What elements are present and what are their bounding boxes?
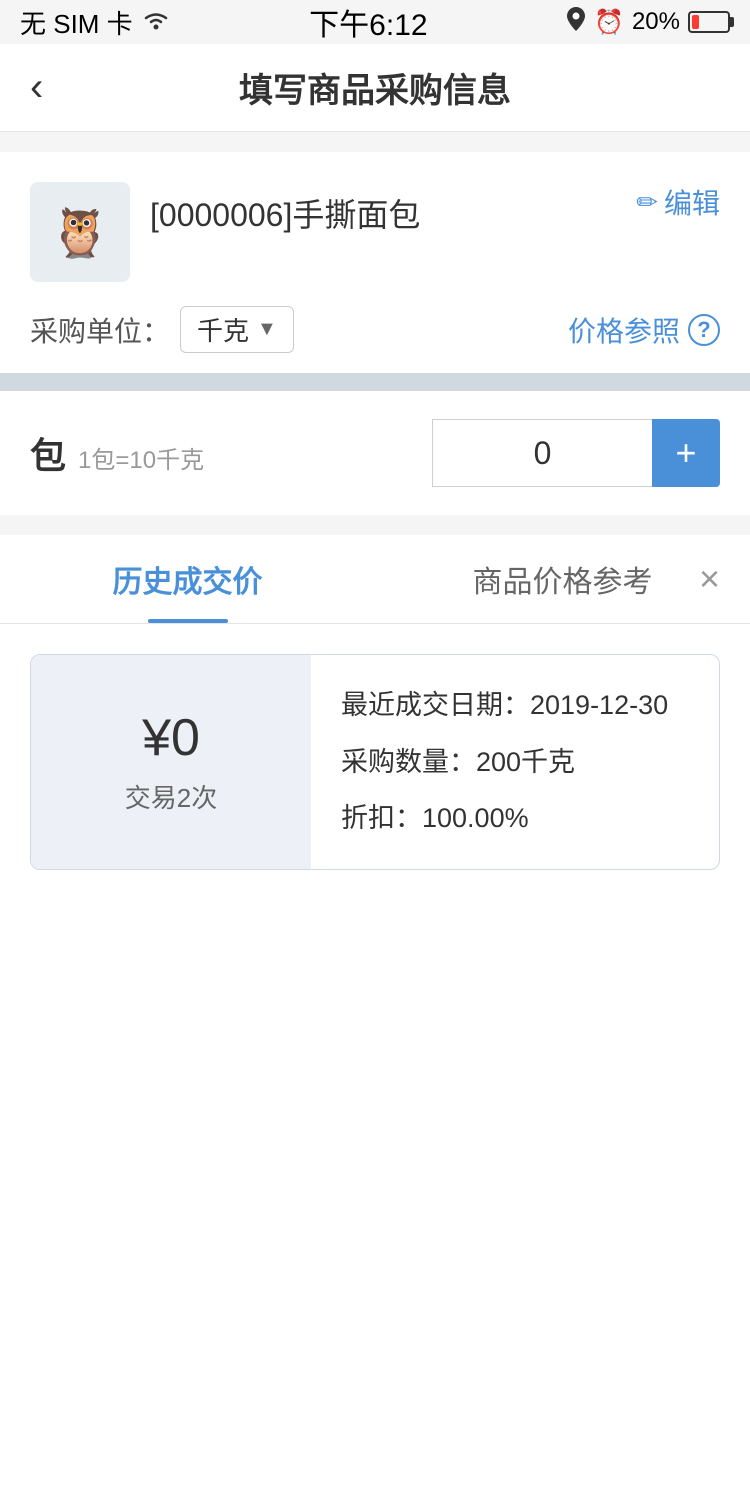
battery-icon <box>688 11 730 33</box>
wifi-icon <box>141 7 171 38</box>
card-details: 最近成交日期：2019-12-30 采购数量：200千克 折扣：100.00% <box>311 655 719 869</box>
tab-history-price[interactable]: 历史成交价 <box>0 535 375 623</box>
back-button[interactable]: ‹ <box>30 65 43 110</box>
product-meta: 采购单位： 千克 ▼ 价格参照 ? <box>30 306 720 353</box>
discount-row: 折扣：100.00% <box>341 798 689 839</box>
nav-bar: ‹ 填写商品采购信息 <box>0 44 750 132</box>
history-card: ¥0 交易2次 最近成交日期：2019-12-30 采购数量：200千克 折扣：… <box>30 654 720 870</box>
product-section: 🦉 [0000006]手撕面包 ✏ 编辑 采购单位： 千克 ▼ 价格参照 ? <box>0 152 750 373</box>
history-content: ¥0 交易2次 最近成交日期：2019-12-30 采购数量：200千克 折扣：… <box>0 624 750 900</box>
card-price-summary: ¥0 交易2次 <box>31 655 311 869</box>
status-left: 无 SIM 卡 <box>20 4 171 41</box>
product-left: 🦉 [0000006]手撕面包 <box>30 182 420 282</box>
quantity-unit: 包 <box>30 427 66 479</box>
purchase-qty-row: 采购数量：200千克 <box>341 742 689 783</box>
discount-label: 折扣： <box>341 803 422 833</box>
location-icon <box>566 6 586 39</box>
recent-date-label: 最近成交日期： <box>341 690 530 720</box>
dropdown-arrow-icon: ▼ <box>257 318 277 341</box>
product-logo-icon: 🦉 <box>50 204 110 261</box>
recent-date-row: 最近成交日期：2019-12-30 <box>341 685 689 726</box>
divider-bar <box>0 373 750 391</box>
purchase-qty-value: 200千克 <box>476 747 575 777</box>
status-bar: 无 SIM 卡 下午6:12 ⏰ 20% <box>0 0 750 44</box>
recent-date-value: 2019-12-30 <box>530 690 668 720</box>
quantity-label: 包 1包=10千克 <box>30 427 204 479</box>
product-image: 🦉 <box>30 182 130 282</box>
page-title: 填写商品采购信息 <box>239 63 511 112</box>
quantity-input-row: + <box>432 419 720 487</box>
time-display: 下午6:12 <box>309 0 427 44</box>
tab-price-ref-label: 商品价格参考 <box>473 557 653 601</box>
price-ref-label: 价格参照 <box>568 310 680 350</box>
edit-button[interactable]: ✏ 编辑 <box>636 182 720 222</box>
page-rest <box>0 900 750 1500</box>
tab-active-indicator <box>148 619 228 623</box>
status-right: ⏰ 20% <box>566 6 730 39</box>
quantity-conversion: 1包=10千克 <box>78 440 204 475</box>
price-value: 0 <box>171 709 200 767</box>
tab-price-ref[interactable]: 商品价格参考 <box>375 535 750 623</box>
price-ref-button[interactable]: 价格参照 ? <box>568 310 720 350</box>
discount-value: 100.00% <box>422 803 529 833</box>
battery-percent: 20% <box>632 8 680 36</box>
tabs-header: 历史成交价 商品价格参考 × <box>0 535 750 624</box>
alarm-icon: ⏰ <box>594 8 624 37</box>
edit-label: 编辑 <box>664 182 720 222</box>
purchase-unit-label: 采购单位： <box>30 310 170 350</box>
tab-history-label: 历史成交价 <box>113 557 263 601</box>
edit-icon: ✏ <box>636 187 658 218</box>
tab-close-button[interactable]: × <box>699 558 720 600</box>
purchase-qty-label: 采购数量： <box>341 747 476 777</box>
price-symbol: ¥ <box>142 709 171 767</box>
purchase-unit: 采购单位： 千克 ▼ <box>30 306 294 353</box>
price-ref-help-icon: ? <box>688 314 720 346</box>
product-header: 🦉 [0000006]手撕面包 ✏ 编辑 <box>30 182 720 282</box>
product-name: [0000006]手撕面包 <box>150 182 420 236</box>
trade-count: 交易2次 <box>125 778 217 815</box>
carrier-text: 无 SIM 卡 <box>20 4 133 41</box>
quantity-plus-button[interactable]: + <box>652 419 720 487</box>
quantity-section: 包 1包=10千克 + <box>0 391 750 515</box>
price-display: ¥0 <box>142 708 200 768</box>
quantity-input[interactable] <box>432 419 652 487</box>
unit-value: 千克 <box>197 311 249 348</box>
tabs-section: 历史成交价 商品价格参考 × ¥0 交易2次 最近成交日期：2019-12-30… <box>0 535 750 1500</box>
unit-dropdown[interactable]: 千克 ▼ <box>180 306 294 353</box>
